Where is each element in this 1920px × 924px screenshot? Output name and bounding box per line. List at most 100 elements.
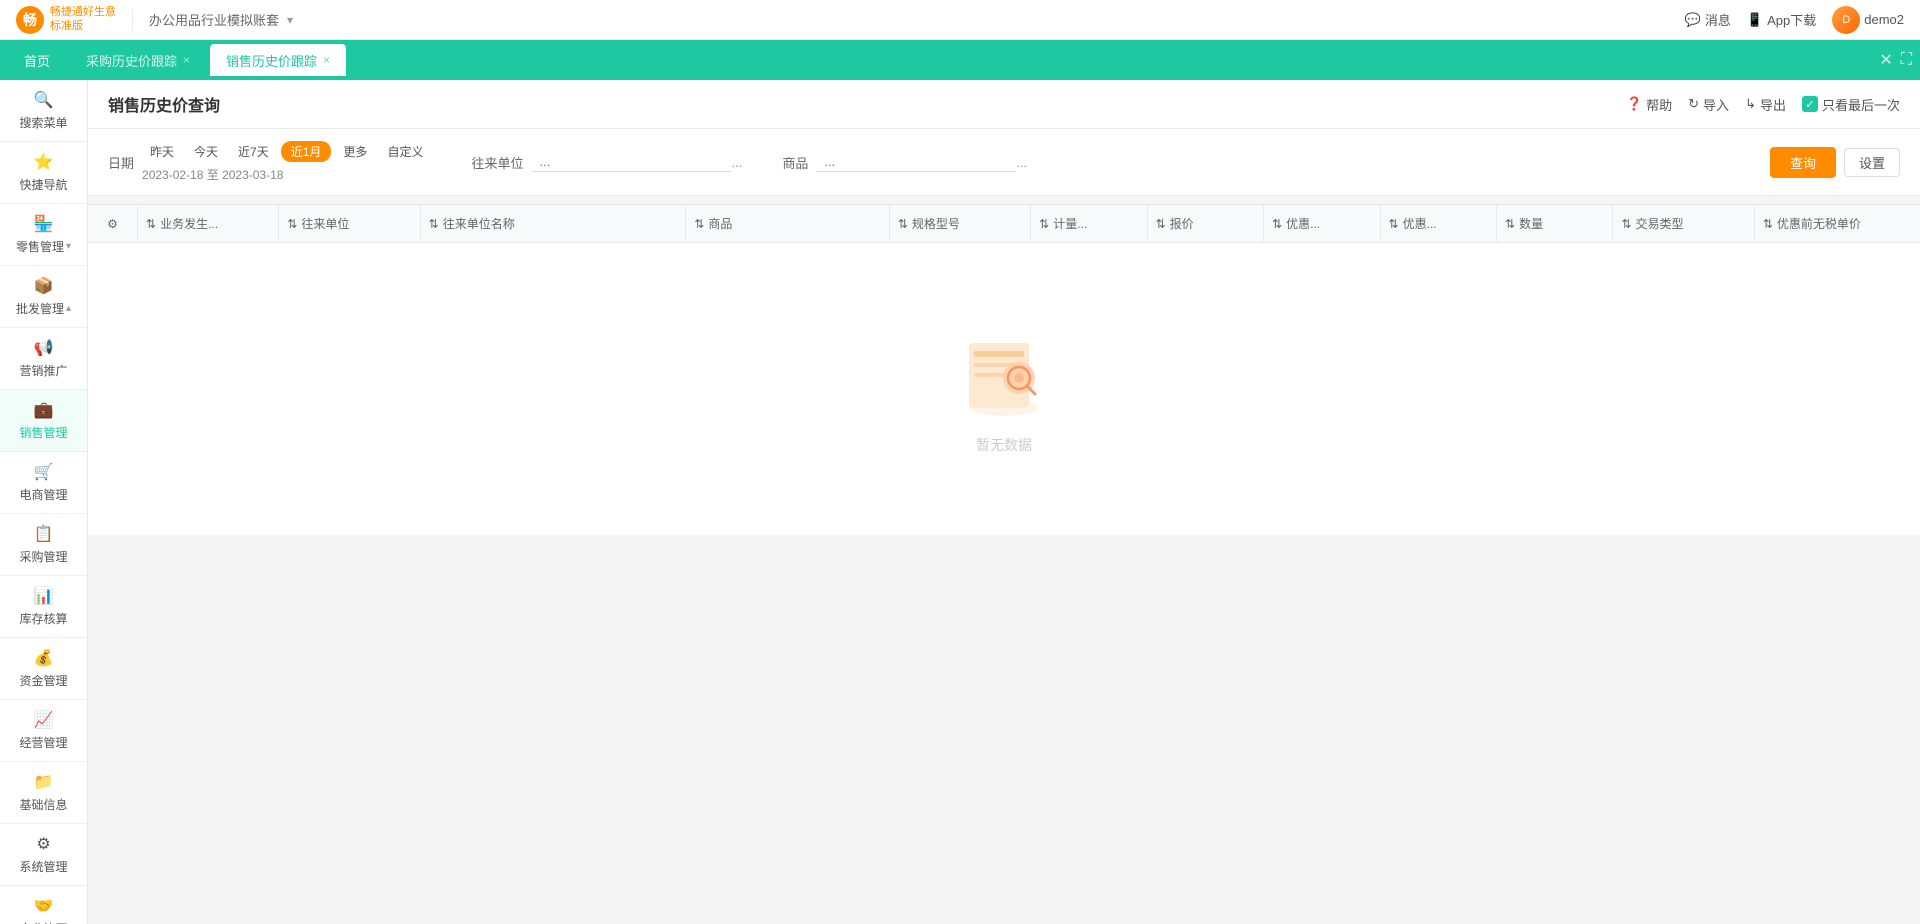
product-filter-dots[interactable]: ...	[1016, 155, 1027, 170]
user-menu[interactable]: D demo2	[1832, 6, 1904, 34]
th-price[interactable]: ⇅ 报价	[1148, 205, 1264, 242]
top-bar-left: 畅 畅捷通好生意 标准版 办公用品行业模拟账套 ▾	[16, 6, 293, 34]
sidebar-item-finance-mgmt[interactable]: 💰 资金管理	[0, 638, 87, 700]
th-unit-label: 计量...	[1053, 215, 1087, 232]
filter-actions: 查询 设置	[1770, 147, 1900, 178]
content-area: 销售历史价查询 ❓ 帮助 ↻ 导入 ↳ 导出 ✓ 只看最后一次	[88, 80, 1920, 924]
message-icon: 💬	[1685, 12, 1701, 28]
th-product[interactable]: ⇅ 商品	[686, 205, 890, 242]
th-partner-name-label: 往来单位名称	[443, 215, 515, 232]
dropdown-arrow-icon[interactable]: ▾	[287, 13, 293, 27]
th-spec-sort-icon: ⇅	[898, 217, 908, 231]
th-discount1[interactable]: ⇅ 优惠...	[1264, 205, 1380, 242]
sidebar-item-ecomm-mgmt[interactable]: 🛒 电商管理	[0, 452, 87, 514]
logo-icon: 畅	[16, 6, 44, 34]
th-partner-name[interactable]: ⇅ 往来单位名称	[421, 205, 687, 242]
page-title: 销售历史价查询	[108, 92, 220, 116]
empty-state: 暂无数据	[88, 243, 1920, 535]
sidebar-item-wholesale-mgmt[interactable]: 📦 批发管理 ▴	[0, 266, 87, 328]
th-settings[interactable]: ⚙	[88, 207, 138, 241]
sidebar-item-basic-info[interactable]: 📁 基础信息	[0, 762, 87, 824]
message-button[interactable]: 💬 消息	[1685, 10, 1731, 29]
partner-filter: 往来单位 ...	[471, 152, 742, 172]
tab-bar: 首页 采购历史价跟踪 × 销售历史价跟踪 × ✕ ⛶	[0, 40, 1920, 80]
tab-purchase-history[interactable]: 采购历史价跟踪 ×	[70, 44, 206, 76]
phone-icon: 📱	[1747, 12, 1763, 28]
partner-filter-dots[interactable]: ...	[731, 155, 742, 170]
th-business-date[interactable]: ⇅ 业务发生...	[138, 205, 279, 242]
empty-text: 暂无数据	[976, 435, 1032, 455]
date-btn-7days[interactable]: 近7天	[230, 141, 277, 162]
import-button[interactable]: ↻ 导入	[1688, 95, 1729, 114]
th-product-sort-icon: ⇅	[694, 217, 704, 231]
th-discount1-sort-icon: ⇅	[1272, 217, 1282, 231]
chevron-down-icon: ▾	[66, 241, 71, 252]
date-btn-custom[interactable]: 自定义	[379, 141, 431, 162]
date-btn-yesterday[interactable]: 昨天	[142, 141, 182, 162]
date-filter-label: 日期	[108, 153, 134, 172]
th-trade-type[interactable]: ⇅ 交易类型	[1613, 205, 1754, 242]
partner-filter-field: ...	[531, 152, 742, 172]
query-button[interactable]: 查询	[1770, 147, 1836, 178]
sidebar-item-sys-mgmt[interactable]: ⚙ 系统管理	[0, 824, 87, 886]
sidebar-item-quick-nav[interactable]: ⭐ 快捷导航	[0, 142, 87, 204]
sidebar-item-marketing[interactable]: 📢 营销推广	[0, 328, 87, 390]
inventory-icon: 📊	[34, 586, 54, 606]
chevron-up-icon: ▴	[66, 303, 71, 314]
retail-icon: 🏪	[34, 214, 54, 234]
th-unit[interactable]: ⇅ 计量...	[1031, 205, 1147, 242]
sidebar-item-enterprise-collab[interactable]: 🤝 企业协同	[0, 886, 87, 924]
th-spec[interactable]: ⇅ 规格型号	[890, 205, 1031, 242]
th-partner-label: 往来单位	[301, 215, 349, 232]
product-input[interactable]	[816, 152, 1016, 172]
export-button[interactable]: ↳ 导出	[1745, 95, 1786, 114]
partner-input[interactable]	[531, 152, 731, 172]
th-pretax-price-sort-icon: ⇅	[1763, 217, 1773, 231]
th-partner-name-sort-icon: ⇅	[429, 217, 439, 231]
help-button[interactable]: ❓ 帮助	[1626, 95, 1672, 114]
divider	[132, 10, 133, 30]
th-partner-sort-icon: ⇅	[287, 217, 297, 231]
date-btn-more[interactable]: 更多	[335, 141, 375, 162]
purchase-icon: 📋	[34, 524, 54, 544]
sidebar-item-ops-mgmt[interactable]: 📈 经营管理	[0, 700, 87, 762]
sidebar-item-enterprise-collab-label: 企业协同	[19, 920, 67, 924]
date-range-display: 2023-02-18 至 2023-03-18	[142, 166, 431, 183]
sidebar-item-inventory[interactable]: 📊 库存核算	[0, 576, 87, 638]
only-last-checkbox-group[interactable]: ✓ 只看最后一次	[1802, 95, 1900, 114]
sidebar-item-retail-mgmt-label: 零售管理	[16, 238, 64, 255]
tab-purchase-history-close[interactable]: ×	[183, 53, 190, 67]
only-last-checkbox[interactable]: ✓	[1802, 96, 1818, 112]
help-icon: ❓	[1626, 96, 1642, 112]
th-qty[interactable]: ⇅ 数量	[1497, 205, 1613, 242]
date-btn-today[interactable]: 今天	[186, 141, 226, 162]
th-discount1-label: 优惠...	[1286, 215, 1320, 232]
th-discount2[interactable]: ⇅ 优惠...	[1381, 205, 1497, 242]
settings-button[interactable]: 设置	[1844, 148, 1900, 177]
avatar: D	[1832, 6, 1860, 34]
sidebar-item-search-menu-label: 搜索菜单	[19, 114, 67, 131]
filter-area: 日期 昨天 今天 近7天 近1月 更多 自定义 2023-02-18 至 202…	[88, 129, 1920, 196]
wholesale-icon: 📦	[34, 276, 54, 296]
logo-text: 畅捷通好生意 标准版	[50, 6, 116, 32]
date-btn-1month[interactable]: 近1月	[281, 141, 332, 162]
table-header: ⚙ ⇅ 业务发生... ⇅ 往来单位 ⇅ 往来单位名称 ⇅ 商品	[88, 204, 1920, 243]
th-pretax-price[interactable]: ⇅ 优惠前无税单价	[1755, 205, 1920, 242]
tab-sales-history[interactable]: 销售历史价跟踪 ×	[210, 44, 346, 76]
tab-close-all-button[interactable]: ✕	[1879, 50, 1892, 70]
app-download-button[interactable]: 📱 App下载	[1747, 10, 1816, 29]
sidebar-item-search-menu[interactable]: 🔍 搜索菜单	[0, 80, 87, 142]
th-qty-label: 数量	[1519, 215, 1543, 232]
th-spec-label: 规格型号	[912, 215, 960, 232]
table-container: ⚙ ⇅ 业务发生... ⇅ 往来单位 ⇅ 往来单位名称 ⇅ 商品	[88, 204, 1920, 535]
sidebar-item-retail-mgmt[interactable]: 🏪 零售管理 ▾	[0, 204, 87, 266]
sidebar-item-sales-mgmt[interactable]: 💼 销售管理	[0, 390, 87, 452]
tab-home[interactable]: 首页	[8, 44, 66, 76]
th-discount2-label: 优惠...	[1403, 215, 1437, 232]
th-qty-sort-icon: ⇅	[1505, 217, 1515, 231]
tab-maximize-button[interactable]: ⛶	[1901, 51, 1912, 69]
th-partner[interactable]: ⇅ 往来单位	[279, 205, 420, 242]
tab-sales-history-close[interactable]: ×	[323, 53, 330, 67]
search-icon: 🔍	[34, 90, 54, 110]
sidebar-item-purchase-mgmt[interactable]: 📋 采购管理	[0, 514, 87, 576]
